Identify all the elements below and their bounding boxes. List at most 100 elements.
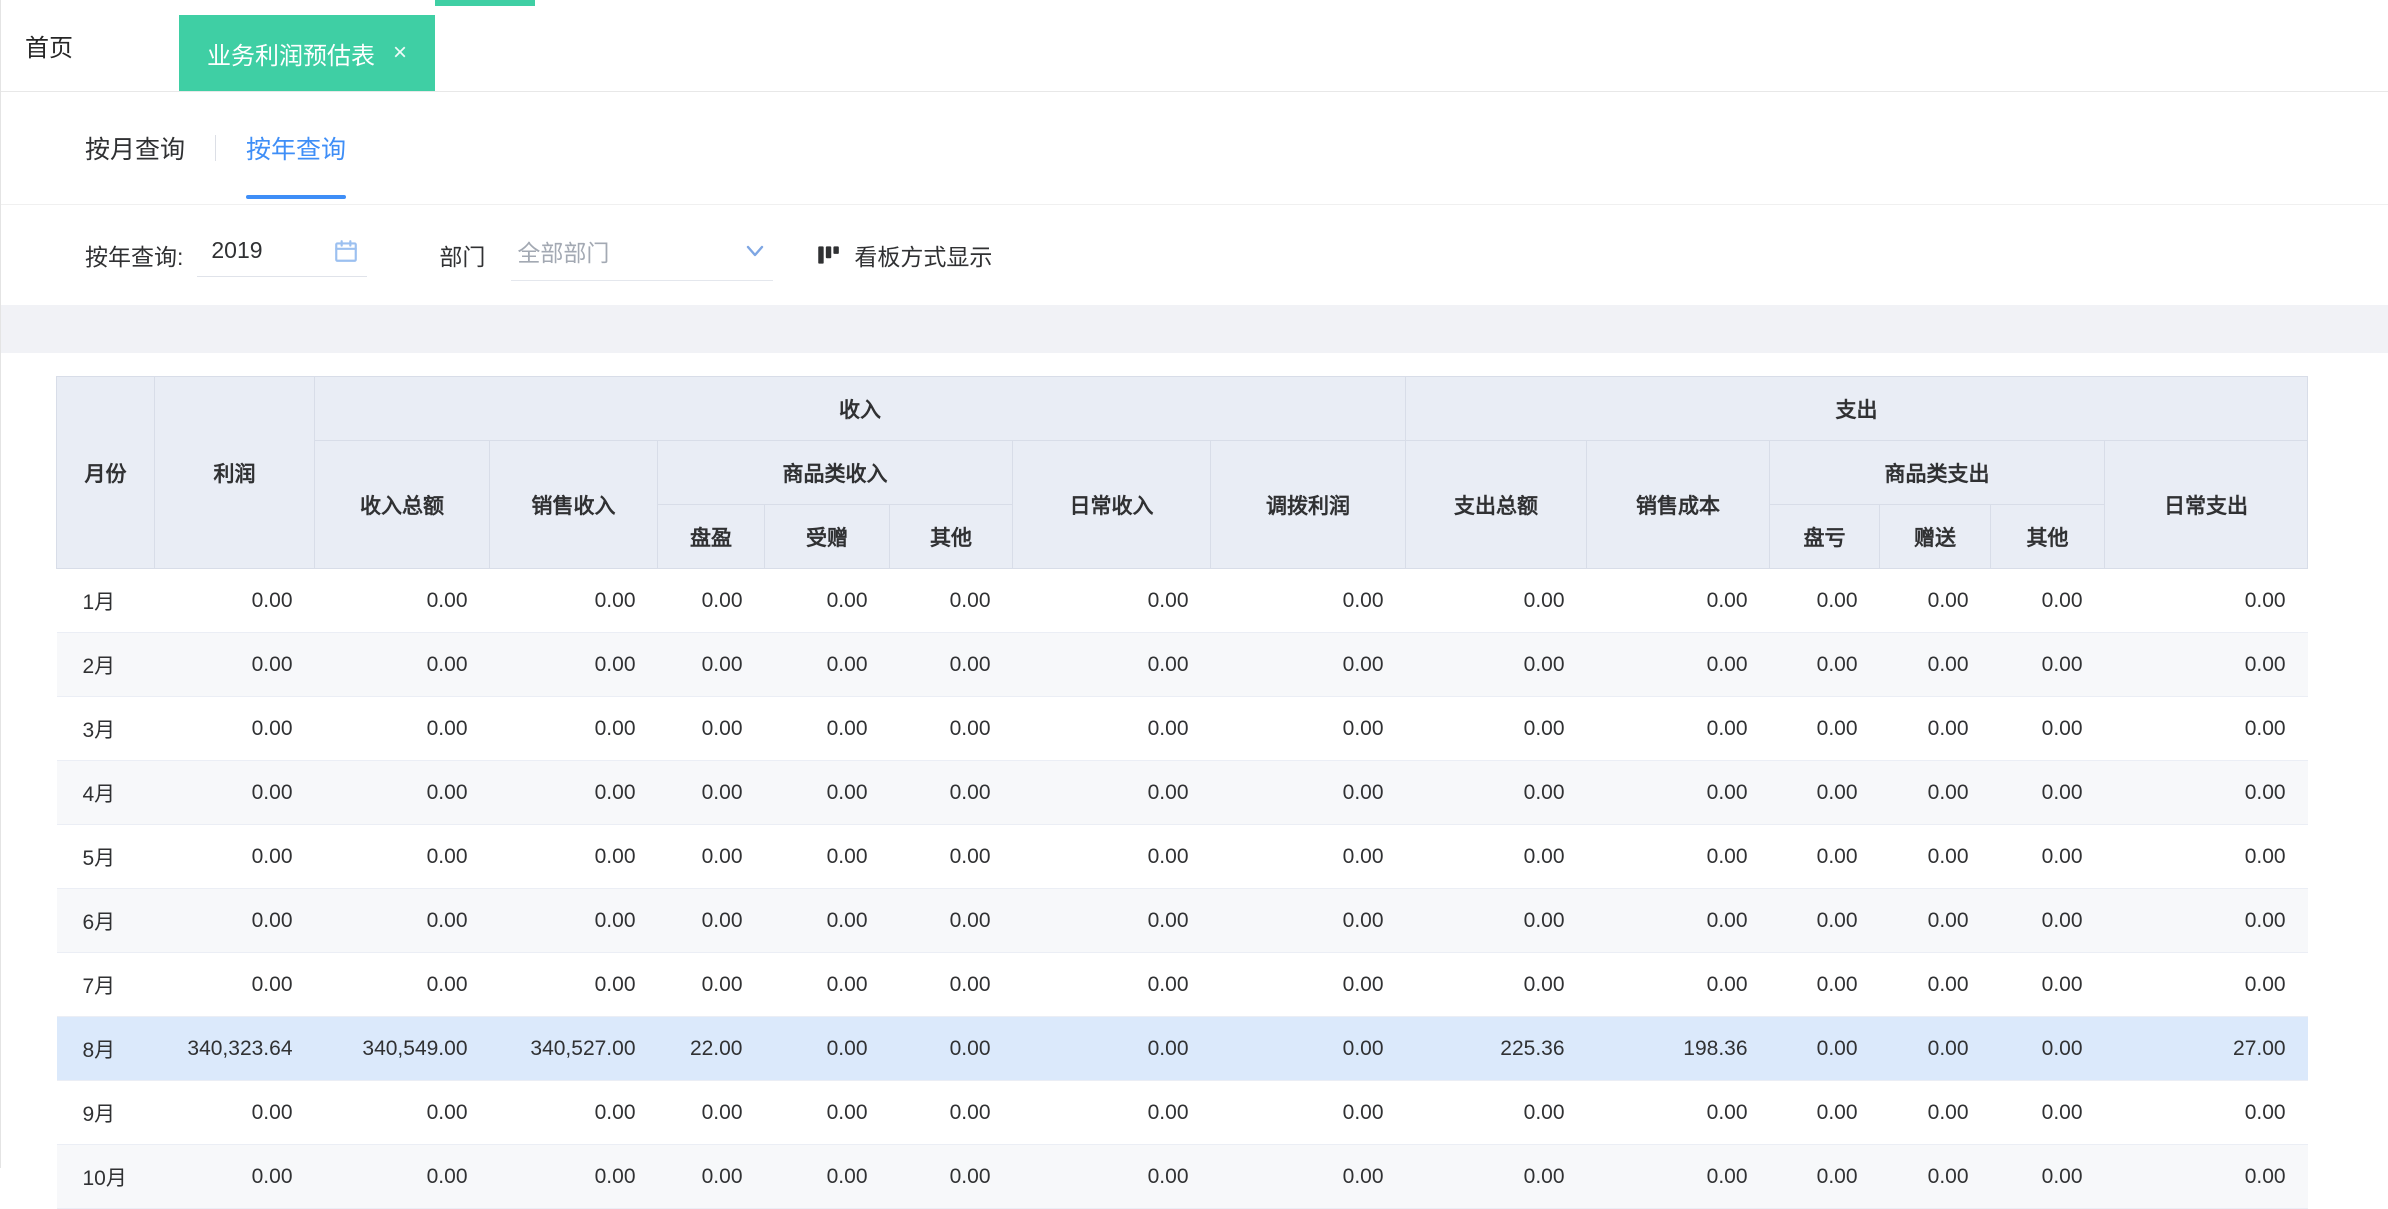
- header-received-gift: 受赠: [764, 504, 890, 569]
- value-cell: 0.00: [1990, 696, 2105, 761]
- month-cell: 1月: [56, 568, 155, 633]
- month-cell: 3月: [56, 696, 155, 761]
- value-cell: 0.00: [1012, 760, 1211, 825]
- value-cell: 0.00: [314, 888, 490, 953]
- value-cell: 0.00: [1769, 760, 1880, 825]
- header-expense-total: 支出总额: [1405, 440, 1588, 569]
- table-row[interactable]: 3月 0.00 0.00 0.00 0.00 0.00 0.00 0.00 0.00 0.00 0.…: [56, 696, 2308, 761]
- value-cell: 0.00: [1210, 696, 1406, 761]
- calendar-icon[interactable]: [333, 238, 359, 264]
- tab-query-by-month[interactable]: 按月查询: [85, 92, 185, 204]
- value-cell: 0.00: [1990, 1016, 2105, 1081]
- value-cell: 0.00: [1405, 1080, 1587, 1145]
- value-cell: 340,549.00: [314, 1016, 490, 1081]
- tab-query-by-year[interactable]: 按年查询: [246, 92, 347, 204]
- value-cell: 0.00: [1879, 568, 1991, 633]
- value-cell: 0.00: [154, 1144, 315, 1209]
- value-cell: 0.00: [1586, 696, 1770, 761]
- table-row[interactable]: 10月 0.00 0.00 0.00 0.00 0.00 0.00 0.00 0.00 0.00 0…: [56, 1144, 2308, 1209]
- section-divider: [1, 305, 2388, 353]
- value-cell: 0.00: [1879, 1016, 1991, 1081]
- department-label: 部门: [439, 244, 486, 270]
- value-cell: 0.00: [1769, 568, 1880, 633]
- value-cell: 0.00: [1879, 760, 1991, 825]
- value-cell: 0.00: [889, 824, 1013, 889]
- value-cell: 0.00: [1586, 760, 1770, 825]
- value-cell: 0.00: [489, 952, 658, 1017]
- value-cell: 0.00: [1879, 696, 1991, 761]
- value-cell: 0.00: [1210, 1080, 1406, 1145]
- tab-home[interactable]: 首页: [1, 0, 101, 91]
- value-cell: 0.00: [764, 632, 890, 697]
- header-daily-expense: 日常支出: [2104, 440, 2309, 569]
- table-row[interactable]: 6月 0.00 0.00 0.00 0.00 0.00 0.00 0.00 0.00 0.00 0.…: [56, 888, 2308, 953]
- header-other-expense: 其他: [1990, 504, 2106, 569]
- value-cell: 0.00: [1210, 632, 1406, 697]
- value-cell: 0.00: [1012, 888, 1211, 953]
- value-cell: 0.00: [1586, 1080, 1770, 1145]
- value-cell: 0.00: [2104, 952, 2308, 1017]
- header-other-income: 其他: [889, 504, 1013, 569]
- department-select[interactable]: 全部部门: [511, 230, 774, 281]
- header-sales-income: 销售收入: [489, 440, 658, 569]
- close-icon[interactable]: ×: [393, 41, 407, 65]
- value-cell: 0.00: [1210, 888, 1406, 953]
- value-cell: 0.00: [489, 632, 658, 697]
- value-cell: 0.00: [657, 1080, 765, 1145]
- value-cell: 0.00: [1990, 952, 2105, 1017]
- value-cell: 0.00: [657, 888, 765, 953]
- value-cell: 0.00: [1012, 696, 1211, 761]
- value-cell: 0.00: [1879, 632, 1991, 697]
- value-cell: 0.00: [1769, 824, 1880, 889]
- value-cell: 0.00: [764, 568, 890, 633]
- value-cell: 0.00: [314, 1080, 490, 1145]
- value-cell: 0.00: [1210, 1016, 1406, 1081]
- value-cell: 0.00: [1012, 824, 1211, 889]
- value-cell: 0.00: [657, 952, 765, 1017]
- value-cell: 0.00: [657, 696, 765, 761]
- value-cell: 0.00: [657, 824, 765, 889]
- value-cell: 0.00: [1405, 568, 1587, 633]
- table-row[interactable]: 8月 340,323.64 340,549.00 340,527.00 22.00 0.0…: [56, 1016, 2308, 1081]
- value-cell: 22.00: [657, 1016, 765, 1081]
- value-cell: 225.36: [1405, 1016, 1587, 1081]
- table-row[interactable]: 4月 0.00 0.00 0.00 0.00 0.00 0.00 0.00 0.00 0.00 0.…: [56, 760, 2308, 825]
- value-cell: 0.00: [889, 632, 1013, 697]
- year-input[interactable]: 2019: [197, 233, 368, 277]
- month-cell: 9月: [56, 1080, 155, 1145]
- header-month: 月份: [56, 376, 155, 569]
- value-cell: 0.00: [764, 1080, 890, 1145]
- table-row[interactable]: 2月 0.00 0.00 0.00 0.00 0.00 0.00 0.00 0.00 0.00 0.…: [56, 632, 2308, 697]
- value-cell: 0.00: [1769, 888, 1880, 953]
- value-cell: 0.00: [1405, 888, 1587, 953]
- value-cell: 0.00: [1586, 952, 1770, 1017]
- value-cell: 0.00: [154, 632, 315, 697]
- header-income-group: 收入: [313, 376, 1407, 441]
- value-cell: 0.00: [489, 760, 658, 825]
- board-view-toggle[interactable]: 看板方式显示: [815, 238, 992, 272]
- table-row[interactable]: 5月 0.00 0.00 0.00 0.00 0.00 0.00 0.00 0.00 0.00 0.…: [56, 824, 2308, 889]
- value-cell: 0.00: [154, 568, 315, 633]
- value-cell: 0.00: [1012, 1080, 1211, 1145]
- table-row[interactable]: 1月 0.00 0.00 0.00 0.00 0.00 0.00 0.00 0.00 0.00 0.…: [56, 568, 2308, 633]
- view-tabs: 按月查询 按年查询: [1, 92, 2388, 205]
- header-profit: 利润: [154, 376, 315, 569]
- value-cell: 0.00: [314, 632, 490, 697]
- table-row[interactable]: 7月 0.00 0.00 0.00 0.00 0.00 0.00 0.00 0.00 0.00 0.…: [56, 952, 2308, 1017]
- top-tab-bar: 首页 业务利润预估表 ×: [1, 0, 2388, 92]
- value-cell: 198.36: [1586, 1016, 1770, 1081]
- value-cell: 0.00: [1586, 824, 1770, 889]
- value-cell: 0.00: [657, 1144, 765, 1209]
- tab-separator: [215, 135, 217, 161]
- tab-business-profit-estimate[interactable]: 业务利润预估表 ×: [179, 15, 436, 91]
- board-toggle-label: 看板方式显示: [854, 244, 993, 270]
- value-cell: 0.00: [1879, 824, 1991, 889]
- value-cell: 0.00: [314, 952, 490, 1017]
- value-cell: 0.00: [154, 696, 315, 761]
- value-cell: 0.00: [1586, 568, 1770, 633]
- table-row[interactable]: 9月 0.00 0.00 0.00 0.00 0.00 0.00 0.00 0.00 0.00 0.…: [56, 1080, 2308, 1145]
- value-cell: 0.00: [657, 568, 765, 633]
- value-cell: 340,323.64: [154, 1016, 315, 1081]
- value-cell: 0.00: [1879, 952, 1991, 1017]
- month-cell: 6月: [56, 888, 155, 953]
